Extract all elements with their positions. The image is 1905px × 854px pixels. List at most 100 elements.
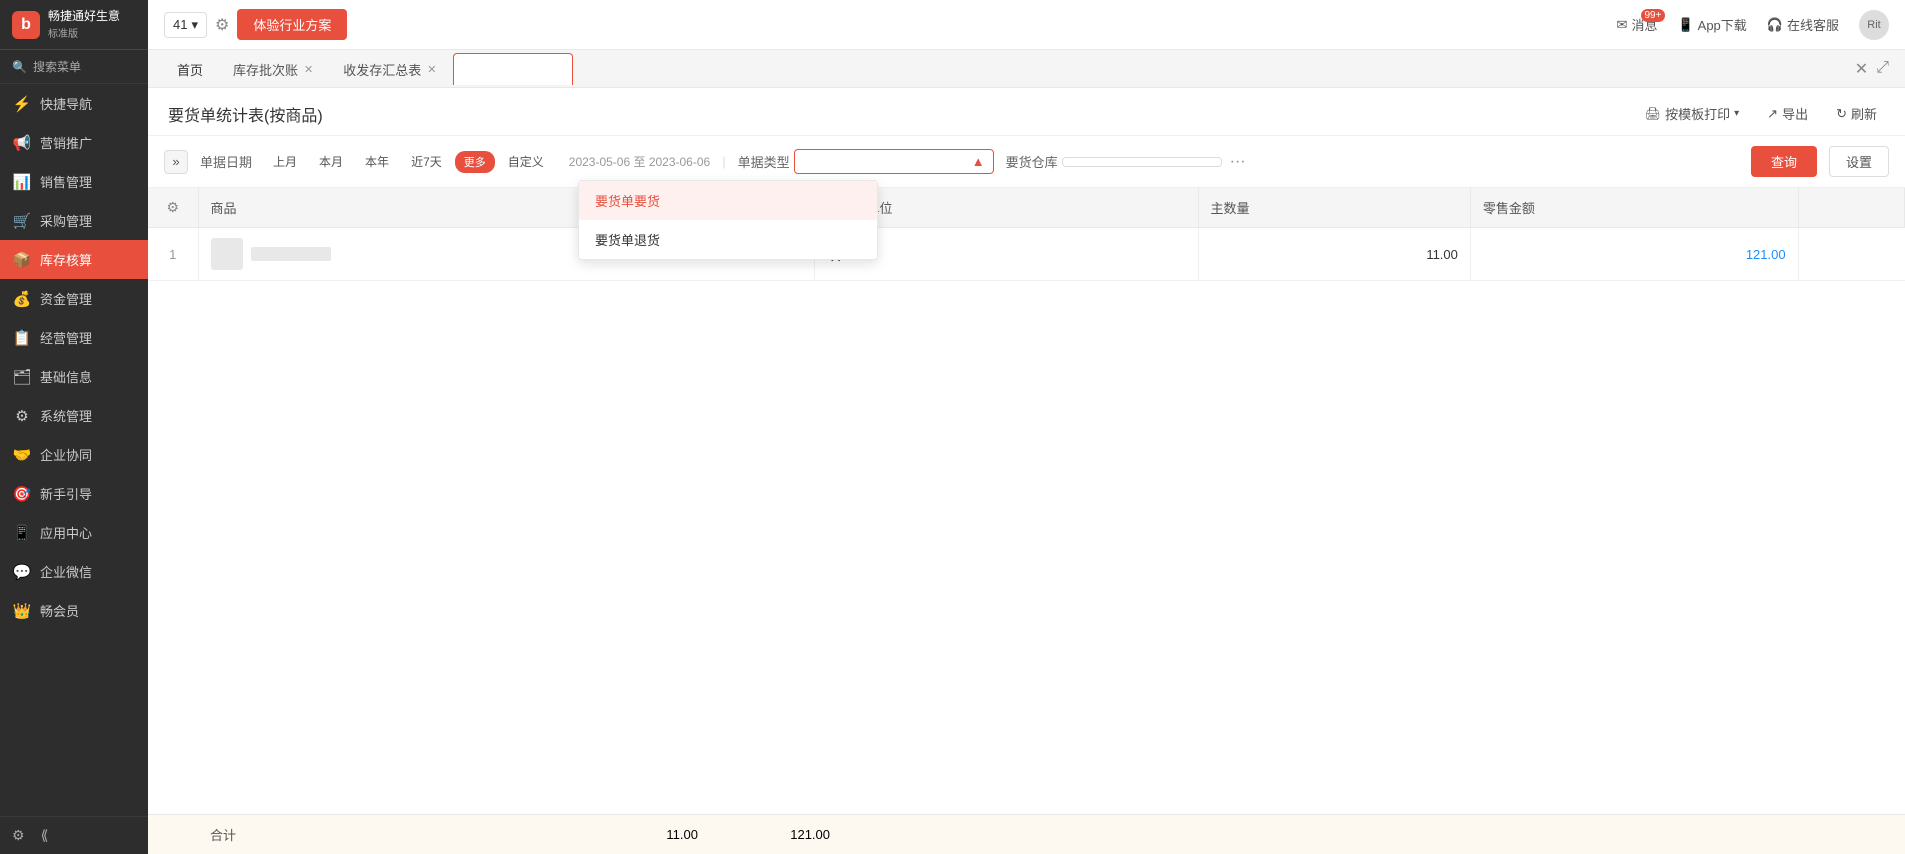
sidebar-collapse-icon[interactable]: ⟪ (41, 827, 49, 844)
sidebar-item-purchase[interactable]: 🛒 采购管理 (0, 201, 148, 240)
filter-bar: » 单据日期 上月 本月 本年 近7天 更多 自定义 2023-05-06 至 … (148, 136, 1905, 188)
sidebar-item-app-center[interactable]: 📱 应用中心 (0, 513, 148, 552)
app-download-icon: 📱 (1677, 17, 1693, 33)
date-btn-this-year[interactable]: 本年 (356, 149, 398, 174)
th-amount: 零售金额 (1470, 188, 1798, 228)
td-index: 1 (148, 228, 198, 281)
sidebar-settings-icon[interactable]: ⚙ (12, 827, 25, 844)
date-btn-more[interactable]: 更多 (455, 151, 495, 173)
print-dropdown-icon: ▾ (1734, 108, 1739, 119)
type-dropdown: 要货单要货 要货单退货 (578, 180, 878, 260)
sidebar-item-enterprise[interactable]: 🤝 企业协同 (0, 435, 148, 474)
tab-receipt-summary[interactable]: 收发存汇总表 ✕ (330, 53, 449, 85)
online-service-label: 在线客服 (1787, 15, 1839, 34)
type-filter-group: 单据类型 ▲ (738, 149, 994, 174)
th-extra (1798, 188, 1904, 228)
quick-nav-icon: ⚡ (12, 95, 32, 113)
export-label: 导出 (1782, 104, 1808, 123)
sidebar-item-guide[interactable]: 🎯 新手引导 (0, 474, 148, 513)
sidebar-item-operation[interactable]: 📋 经营管理 (0, 318, 148, 357)
store-selector[interactable]: 41 ▾ (164, 12, 207, 38)
search-icon: 🔍 (12, 60, 27, 74)
tab-batch-account[interactable]: 库存批次账 ✕ (220, 53, 326, 85)
tab-receipt-summary-close[interactable]: ✕ (427, 63, 436, 76)
page-header: 要货单统计表(按商品) 🖨 按模板打印 ▾ ↗ 导出 ↻ 刷新 (148, 88, 1905, 136)
user-avatar[interactable]: Rit (1859, 10, 1889, 40)
date-options: 上月 本月 本年 近7天 更多 自定义 (264, 149, 553, 174)
sidebar-nav: ⚡ 快捷导航 📢 营销推广 📊 销售管理 🛒 采购管理 📦 库存核算 💰 资金管… (0, 84, 148, 816)
dropdown-item-order-return[interactable]: 要货单退货 (579, 220, 877, 259)
sidebar-item-vip[interactable]: 👑 畅会员 (0, 591, 148, 630)
table-row: 1 块 11.00 121.00 (148, 228, 1905, 281)
footer-label: 合计 (160, 825, 510, 844)
sidebar-item-label: 企业协同 (40, 445, 92, 464)
warehouse-select[interactable] (1062, 157, 1222, 167)
sidebar-item-label: 经营管理 (40, 328, 92, 347)
app-download-btn[interactable]: 📱 App下载 (1677, 15, 1746, 34)
refresh-label: 刷新 (1851, 104, 1877, 123)
window-maximize-icon[interactable]: ⤢ (1876, 59, 1889, 79)
data-table: ⚙ 商品 主计量单位 主数量 零售金额 1 (148, 188, 1905, 281)
logo-icon: b (12, 11, 40, 39)
filter-expand-btn[interactable]: » (164, 150, 188, 174)
message-icon: ✉ (1617, 17, 1628, 33)
query-button[interactable]: 查询 (1751, 146, 1817, 177)
type-select[interactable]: ▲ (794, 149, 994, 174)
tab-home-label: 首页 (177, 60, 203, 79)
sidebar-item-label: 资金管理 (40, 289, 92, 308)
sidebar-item-system[interactable]: ⚙ 系统管理 (0, 396, 148, 435)
guide-icon: 🎯 (12, 485, 32, 503)
th-gear[interactable]: ⚙ (148, 188, 198, 228)
tab-receipt-summary-label: 收发存汇总表 (343, 60, 421, 79)
column-settings-icon[interactable]: ⚙ (166, 199, 179, 215)
wechat-icon: 💬 (12, 563, 32, 581)
sidebar-item-marketing[interactable]: 📢 营销推广 (0, 123, 148, 162)
sidebar-item-finance[interactable]: 💰 资金管理 (0, 279, 148, 318)
sidebar-item-basic[interactable]: 🗂 基础信息 (0, 357, 148, 396)
print-btn[interactable]: 🖨 按模板打印 ▾ (1637, 100, 1748, 127)
table-body: 1 块 11.00 121.00 (148, 228, 1905, 281)
tab-order-stats[interactable]: 要货单统计表 ✕ (453, 53, 572, 85)
operation-icon: 📋 (12, 329, 32, 347)
tab-home[interactable]: 首页 (164, 53, 216, 85)
date-btn-last-month[interactable]: 上月 (264, 149, 306, 174)
messages-btn[interactable]: ✉ 消息 99+ (1617, 15, 1658, 34)
tab-order-stats-close[interactable]: ✕ (551, 63, 560, 76)
refresh-btn[interactable]: ↻ 刷新 (1828, 100, 1885, 127)
vip-icon: 👑 (12, 602, 32, 620)
inventory-icon: 📦 (12, 251, 32, 269)
footer-amount: 121.00 (710, 827, 830, 842)
date-btn-7days[interactable]: 近7天 (402, 149, 451, 174)
window-close-icon[interactable]: ✕ (1855, 59, 1868, 79)
sidebar-item-label: 基础信息 (40, 367, 92, 386)
dropdown-item-order-goods[interactable]: 要货单要货 (579, 181, 877, 220)
sidebar-item-label: 应用中心 (40, 523, 92, 542)
settings-button[interactable]: 设置 (1829, 146, 1889, 177)
tab-batch-account-label: 库存批次账 (233, 60, 298, 79)
td-amount[interactable]: 121.00 (1470, 228, 1798, 281)
date-btn-custom[interactable]: 自定义 (499, 149, 553, 174)
trial-btn[interactable]: 体验行业方案 (237, 9, 347, 40)
print-label: 按模板打印 (1665, 104, 1730, 123)
product-name (251, 247, 331, 261)
sidebar-item-quick-nav[interactable]: ⚡ 快捷导航 (0, 84, 148, 123)
sidebar-item-inventory[interactable]: 📦 库存核算 (0, 240, 148, 279)
online-service-btn[interactable]: 🎧 在线客服 (1767, 15, 1839, 34)
sidebar-search[interactable]: 🔍 搜索菜单 (0, 50, 148, 84)
footer-quantity: 11.00 (510, 827, 710, 842)
sidebar-item-sales[interactable]: 📊 销售管理 (0, 162, 148, 201)
sidebar-item-label: 快捷导航 (40, 94, 92, 113)
td-quantity[interactable]: 11.00 (1198, 228, 1470, 281)
export-btn[interactable]: ↗ 导出 (1759, 100, 1816, 127)
tab-bar: 首页 库存批次账 ✕ 收发存汇总表 ✕ 要货单统计表 ✕ ✕ ⤢ (148, 50, 1905, 88)
sidebar-footer: ⚙ ⟪ (0, 816, 148, 854)
basic-icon: 🗂 (12, 368, 32, 386)
sidebar: b 畅捷通好生意 标准版 🔍 搜索菜单 ⚡ 快捷导航 📢 营销推广 📊 销售管理… (0, 0, 148, 854)
settings-icon[interactable]: ⚙ (215, 15, 229, 35)
th-quantity: 主数量 (1198, 188, 1470, 228)
filter-more-icon[interactable]: ··· (1230, 153, 1246, 171)
date-btn-this-month[interactable]: 本月 (310, 149, 352, 174)
system-icon: ⚙ (12, 407, 32, 425)
sidebar-item-wechat[interactable]: 💬 企业微信 (0, 552, 148, 591)
tab-batch-account-close[interactable]: ✕ (304, 63, 313, 76)
